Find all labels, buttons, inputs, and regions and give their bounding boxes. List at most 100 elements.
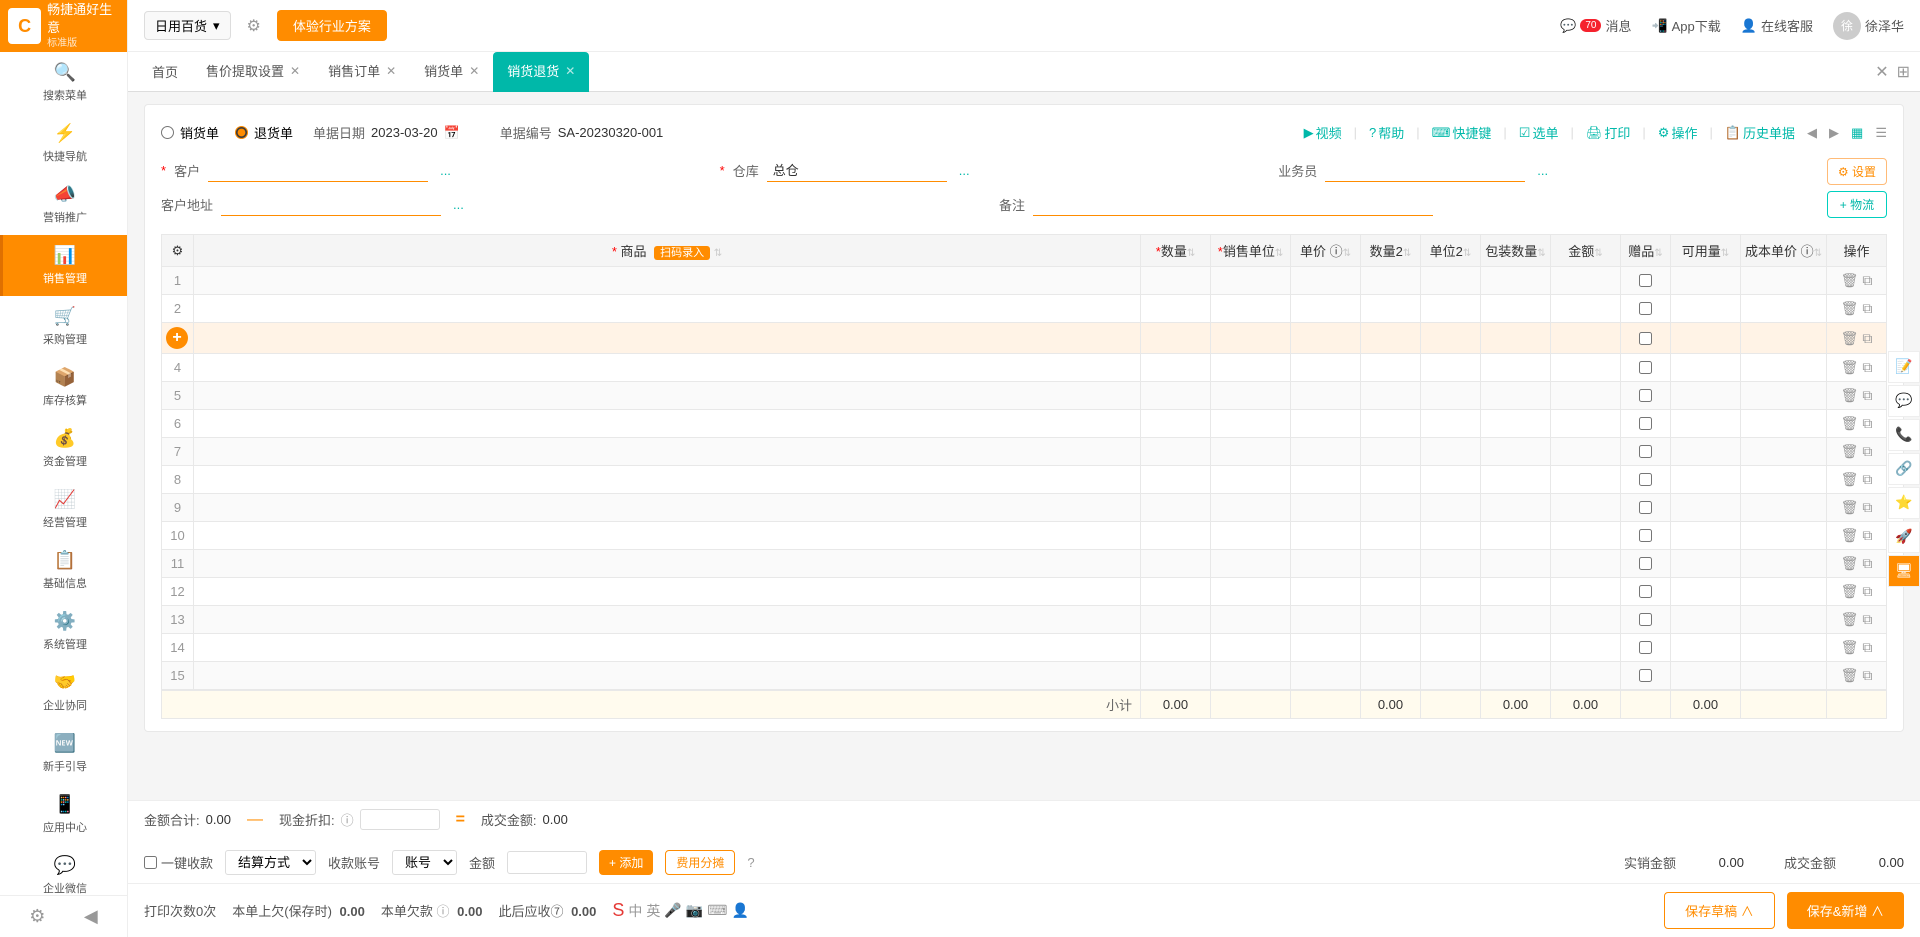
sidebar-item-enterprise[interactable]: 🤝 企业协同	[0, 662, 127, 723]
tab-close-sale-price[interactable]: ✕	[290, 64, 300, 78]
delete-icon-1[interactable]: 🗑	[1841, 272, 1859, 289]
message-btn[interactable]: 💬 70 消息	[1560, 16, 1631, 35]
gift-checkbox-7[interactable]	[1639, 445, 1652, 458]
qty2-cell-3[interactable]	[1360, 323, 1420, 354]
topbar-settings-icon[interactable]: ⚙	[247, 16, 261, 36]
calendar-icon[interactable]: 📅	[444, 125, 460, 141]
discount-input[interactable]	[360, 809, 440, 830]
radio-return-input[interactable]	[235, 126, 248, 139]
gift-cell-3[interactable]	[1620, 323, 1670, 354]
right-panel-item-5[interactable]: ⭐	[1888, 487, 1920, 519]
sort-gift-icon[interactable]: ⇅	[1654, 248, 1662, 259]
toolbar-list-icon[interactable]: ☰	[1875, 125, 1887, 141]
daily-select[interactable]: 日用百货 ▾	[144, 11, 231, 40]
sidebar-item-operations[interactable]: 📈 经营管理	[0, 479, 127, 540]
tab-sale-delivery[interactable]: 销货单 ✕	[410, 52, 493, 92]
sort-avail-icon[interactable]: ⇅	[1721, 248, 1729, 259]
toolbar-grid-icon[interactable]: ▦	[1851, 125, 1863, 141]
add-row-btn[interactable]: +	[166, 327, 188, 349]
copy-icon-12[interactable]: ⧉	[1862, 583, 1872, 600]
sidebar-item-quick-nav[interactable]: ⚡ 快捷导航	[0, 113, 127, 174]
scan-btn[interactable]: 扫码录入	[654, 246, 710, 260]
gift-checkbox-3[interactable]	[1639, 332, 1652, 345]
toolbar-shortcut[interactable]: ⌨ 快捷键	[1432, 123, 1492, 142]
sidebar-item-app-center[interactable]: 📱 应用中心	[0, 784, 127, 845]
delete-icon-8[interactable]: 🗑	[1841, 471, 1859, 488]
product-input-3[interactable]	[198, 331, 1136, 346]
sidebar-item-system[interactable]: ⚙️ 系统管理	[0, 601, 127, 662]
copy-icon-14[interactable]: ⧉	[1862, 639, 1872, 656]
gift-checkbox-12[interactable]	[1639, 585, 1652, 598]
staff-input[interactable]	[1325, 158, 1525, 182]
amount-cell-1[interactable]	[1550, 267, 1620, 295]
toolbar-help[interactable]: ? 帮助	[1369, 123, 1404, 142]
gift-checkbox-14[interactable]	[1639, 641, 1652, 654]
price-cell-3[interactable]	[1290, 323, 1360, 354]
settings-btn[interactable]: ⚙ 设置	[1827, 158, 1887, 185]
cost-cell-2[interactable]	[1740, 295, 1826, 323]
product-cell-2[interactable]	[194, 295, 1141, 323]
delete-icon-13[interactable]: 🗑	[1841, 611, 1859, 628]
radio-sale[interactable]: 销货单	[161, 123, 219, 142]
copy-icon-13[interactable]: ⧉	[1862, 611, 1872, 628]
toolbar-history[interactable]: 📋 历史单据	[1725, 123, 1795, 142]
copy-icon-9[interactable]: ⧉	[1862, 499, 1872, 516]
sidebar-item-purchase[interactable]: 🛒 采购管理	[0, 296, 127, 357]
gift-checkbox-15[interactable]	[1639, 669, 1652, 682]
gift-checkbox-5[interactable]	[1639, 389, 1652, 402]
delete-icon-6[interactable]: 🗑	[1841, 415, 1859, 432]
copy-icon-5[interactable]: ⧉	[1862, 387, 1872, 404]
discount-info-icon[interactable]: ⓘ	[341, 810, 354, 829]
copy-icon-8[interactable]: ⧉	[1862, 471, 1872, 488]
sort-product-icon[interactable]: ⇅	[714, 248, 722, 259]
tab-close-sale-return[interactable]: ✕	[565, 64, 575, 78]
logistics-btn[interactable]: + 物流	[1827, 191, 1887, 218]
sidebar-item-inventory[interactable]: 📦 库存核算	[0, 357, 127, 418]
unit-cell-2[interactable]	[1210, 295, 1290, 323]
qty-cell-1[interactable]	[1140, 267, 1210, 295]
copy-icon-7[interactable]: ⧉	[1862, 443, 1872, 460]
one-click-checkbox[interactable]	[144, 856, 157, 869]
price-cell-2[interactable]	[1290, 295, 1360, 323]
total-owe-info-icon[interactable]: ⓘ	[436, 904, 449, 919]
delete-icon-15[interactable]: 🗑	[1841, 667, 1859, 684]
sidebar-item-search-menu[interactable]: 🔍 搜索菜单	[0, 52, 127, 113]
gift-checkbox-8[interactable]	[1639, 473, 1652, 486]
toolbar-print[interactable]: 🖨 打印	[1586, 123, 1631, 142]
gift-checkbox-13[interactable]	[1639, 613, 1652, 626]
address-ellipsis[interactable]: ...	[453, 197, 464, 212]
price-cell-1[interactable]	[1290, 267, 1360, 295]
tab-sale-return[interactable]: 销货退货 ✕	[493, 52, 589, 92]
right-panel-item-3[interactable]: 📞	[1888, 419, 1920, 451]
add-row-cell[interactable]: +	[162, 323, 194, 354]
right-panel-item-1[interactable]: 📝	[1888, 351, 1920, 383]
sort-qty-icon[interactable]: ⇅	[1187, 248, 1195, 259]
sort-unit-icon[interactable]: ⇅	[1275, 248, 1283, 259]
unit-cell-3[interactable]	[1210, 323, 1290, 354]
radio-sale-input[interactable]	[161, 126, 174, 139]
avail-cell-2[interactable]	[1670, 295, 1740, 323]
gift-checkbox-6[interactable]	[1639, 417, 1652, 430]
gift-checkbox-11[interactable]	[1639, 557, 1652, 570]
account-select[interactable]: 账号	[392, 850, 457, 875]
delete-icon-4[interactable]: 🗑	[1841, 359, 1859, 376]
sort-amount-icon[interactable]: ⇅	[1594, 248, 1602, 259]
warehouse-input[interactable]	[767, 158, 947, 182]
sort-unit2-icon[interactable]: ⇅	[1463, 248, 1471, 259]
fee-help-icon[interactable]: ?	[747, 855, 754, 870]
toolbar-select[interactable]: ☑ 选单	[1519, 123, 1559, 142]
amount-cell-2[interactable]	[1550, 295, 1620, 323]
copy-icon-6[interactable]: ⧉	[1862, 415, 1872, 432]
copy-icon-15[interactable]: ⧉	[1862, 667, 1872, 684]
delete-icon-9[interactable]: 🗑	[1841, 499, 1859, 516]
sidebar-item-sales[interactable]: 📊 销售管理	[0, 235, 127, 296]
gift-checkbox-4[interactable]	[1639, 361, 1652, 374]
delete-icon-2[interactable]: 🗑	[1841, 300, 1859, 317]
unit-cell-1[interactable]	[1210, 267, 1290, 295]
col-settings[interactable]: ⚙	[162, 235, 194, 267]
tab-maximize-icon[interactable]: ⊞	[1897, 62, 1910, 82]
sort-qty2-icon[interactable]: ⇅	[1403, 248, 1411, 259]
sort-price-icon[interactable]: ⇅	[1343, 248, 1351, 259]
delete-icon-14[interactable]: 🗑	[1841, 639, 1859, 656]
unit2-cell-3[interactable]	[1420, 323, 1480, 354]
